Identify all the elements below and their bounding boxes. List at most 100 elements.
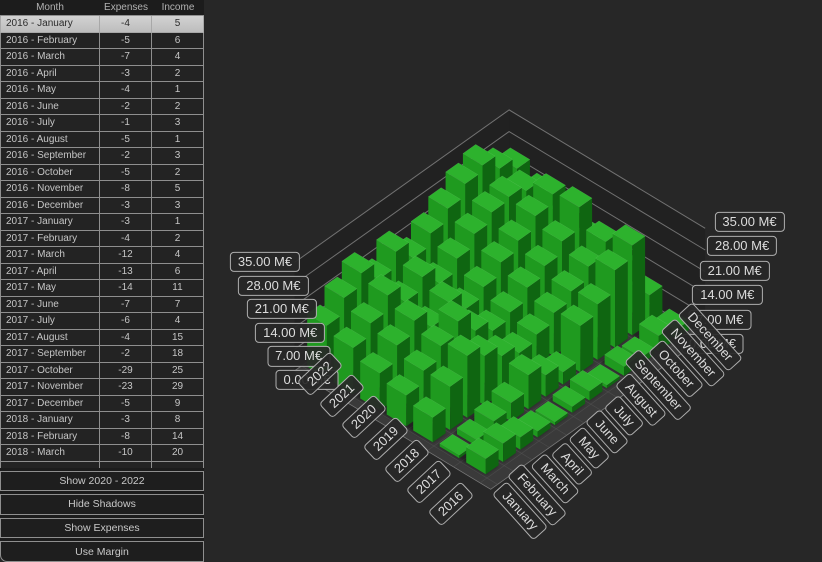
show-expenses-button[interactable]: Show Expenses <box>0 517 204 539</box>
income-cell: 2 <box>152 65 204 82</box>
table-row[interactable]: 2016 - December -3 3 <box>0 197 204 214</box>
button-group: Show 2020 - 2022 Hide Shadows Show Expen… <box>0 468 204 562</box>
month-cell: 2017 - July <box>0 313 100 330</box>
expenses-cell: -2 <box>100 98 152 115</box>
table-row[interactable]: 2017 - October -29 25 <box>0 362 204 379</box>
expenses-cell: -5 <box>100 131 152 148</box>
month-cell: 2016 - September <box>0 148 100 165</box>
column-header-expenses: Expenses <box>104 2 148 13</box>
table-row[interactable]: 2018 - February -8 14 <box>0 428 204 445</box>
expenses-cell: -4 <box>100 230 152 247</box>
expenses-cell: -29 <box>100 362 152 379</box>
expenses-cell: -3 <box>100 214 152 231</box>
month-cell: 2018 - January <box>0 412 100 429</box>
table-row[interactable]: 2016 - November -8 5 <box>0 181 204 198</box>
month-cell: 2017 - August <box>0 329 100 346</box>
month-cell: 2017 - October <box>0 362 100 379</box>
month-cell: 2016 - July <box>0 115 100 132</box>
expenses-cell: -2 <box>100 346 152 363</box>
expenses-cell: -8 <box>100 181 152 198</box>
table-row[interactable]: 2018 - January -3 8 <box>0 412 204 429</box>
table-row[interactable]: 2017 - September -2 18 <box>0 346 204 363</box>
table-row[interactable]: 2016 - September -2 3 <box>0 148 204 165</box>
expenses-cell: -5 <box>100 32 152 49</box>
expenses-cell: -7 <box>100 296 152 313</box>
income-cell: 15 <box>152 329 204 346</box>
month-cell: 2017 - March <box>0 247 100 264</box>
table-row[interactable]: 2017 - August -4 15 <box>0 329 204 346</box>
income-cell: 4 <box>152 247 204 264</box>
month-cell: 2016 - February <box>0 32 100 49</box>
income-cell: 2 <box>152 230 204 247</box>
month-cell: 2017 - September <box>0 346 100 363</box>
table-row[interactable]: 2017 - July -6 4 <box>0 313 204 330</box>
chart-canvas[interactable] <box>204 0 822 562</box>
data-table-panel: Month Expenses Income 2016 - January -4 5 2… <box>0 0 204 562</box>
table-row[interactable]: 2017 - February -4 2 <box>0 230 204 247</box>
expenses-cell: -4 <box>100 329 152 346</box>
use-margin-button[interactable]: Use Margin <box>0 541 204 562</box>
table-row[interactable]: 2016 - July -1 3 <box>0 115 204 132</box>
month-cell: 2017 - April <box>0 263 100 280</box>
chart-3d-area[interactable]: 0.00 M€ 7.00 M€ 14.00 M€ 21.00 M€ 28.00 M€ 35… <box>204 0 822 562</box>
income-cell: 3 <box>152 148 204 165</box>
table-row[interactable]: 2017 - December -5 9 <box>0 395 204 412</box>
table-row[interactable]: 2017 - March -12 4 <box>0 247 204 264</box>
month-cell: 2018 - February <box>0 428 100 445</box>
month-cell: 2016 - December <box>0 197 100 214</box>
income-cell: 14 <box>152 428 204 445</box>
table-row[interactable]: 2017 - June -7 7 <box>0 296 204 313</box>
table-row[interactable]: 2016 - April -3 2 <box>0 65 204 82</box>
table-row[interactable]: 2017 - May -14 11 <box>0 280 204 297</box>
income-cell: 11 <box>152 280 204 297</box>
income-cell: 9 <box>152 395 204 412</box>
income-cell: 8 <box>152 412 204 429</box>
month-cell: 2016 - March <box>0 49 100 66</box>
income-cell: 6 <box>152 32 204 49</box>
table-row[interactable]: 2017 - January -3 1 <box>0 214 204 231</box>
income-cell: 5 <box>152 16 204 33</box>
month-cell: 2017 - February <box>0 230 100 247</box>
month-cell: 2016 - June <box>0 98 100 115</box>
table-row[interactable]: 2018 - March -10 20 <box>0 445 204 462</box>
income-cell: 6 <box>152 263 204 280</box>
column-header-income: Income <box>161 2 195 13</box>
table-row[interactable]: 2016 - February -5 6 <box>0 32 204 49</box>
table-row[interactable]: 2017 - April -13 6 <box>0 263 204 280</box>
expenses-cell: -1 <box>100 115 152 132</box>
income-cell: 4 <box>152 313 204 330</box>
expenses-cell: -8 <box>100 428 152 445</box>
show-years-button[interactable]: Show 2020 - 2022 <box>0 470 204 492</box>
month-cell: 2016 - November <box>0 181 100 198</box>
expenses-cell: -2 <box>100 148 152 165</box>
table-row[interactable]: 2016 - January -4 5 <box>0 16 204 33</box>
month-cell: 2017 - May <box>0 280 100 297</box>
income-cell: 5 <box>152 181 204 198</box>
table-row[interactable]: 2016 - June -2 2 <box>0 98 204 115</box>
expenses-cell: -3 <box>100 197 152 214</box>
table-body: 2016 - January -4 5 2016 - February -5 6 2016 … <box>0 15 204 462</box>
table-row[interactable]: 2016 - May -4 1 <box>0 82 204 99</box>
income-cell: 3 <box>152 197 204 214</box>
month-cell: 2016 - August <box>0 131 100 148</box>
expenses-cell: -12 <box>100 247 152 264</box>
table-row[interactable]: 2016 - March -7 4 <box>0 49 204 66</box>
table-row[interactable]: 2016 - October -5 2 <box>0 164 204 181</box>
month-cell: 2018 - March <box>0 445 100 462</box>
income-cell: 3 <box>152 115 204 132</box>
month-cell: 2016 - January <box>0 16 100 33</box>
column-header-month: Month <box>36 2 64 13</box>
month-cell: 2016 - May <box>0 82 100 99</box>
income-cell: 1 <box>152 131 204 148</box>
table-row[interactable]: 2016 - August -5 1 <box>0 131 204 148</box>
month-cell: 2017 - January <box>0 214 100 231</box>
income-cell: 1 <box>152 82 204 99</box>
table-row[interactable]: 2017 - November -23 29 <box>0 379 204 396</box>
table-header: Month Expenses Income <box>0 0 204 15</box>
income-cell: 18 <box>152 346 204 363</box>
income-cell: 7 <box>152 296 204 313</box>
income-cell: 4 <box>152 49 204 66</box>
hide-shadows-button[interactable]: Hide Shadows <box>0 494 204 515</box>
month-cell: 2017 - June <box>0 296 100 313</box>
income-cell: 25 <box>152 362 204 379</box>
